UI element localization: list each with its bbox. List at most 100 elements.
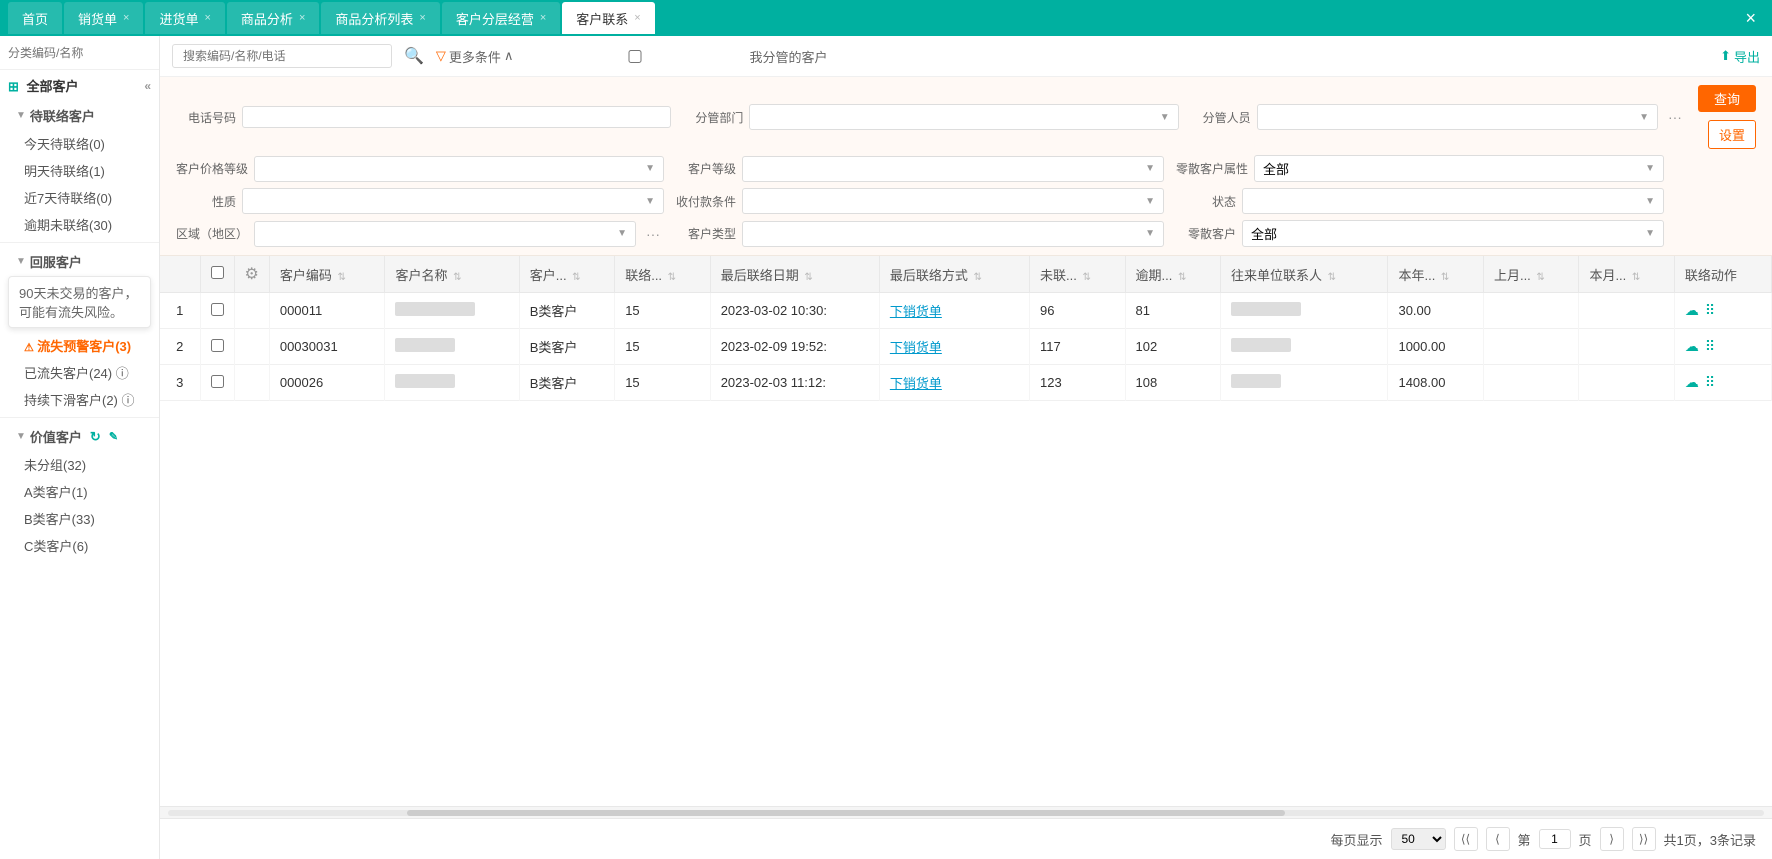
filter-nature-select[interactable]: ▼ [242,188,664,214]
query-button[interactable]: 查询 [1698,85,1756,112]
more-action-icon-1[interactable]: ⠿ [1705,302,1715,319]
sort-year-icon[interactable]: ⇅ [1441,272,1449,283]
tab-product-analysis-list-close[interactable]: × [419,12,425,24]
sidebar-collapse-icon[interactable]: « [144,79,151,93]
tab-sales-close[interactable]: × [123,12,129,24]
method-link-2[interactable]: 下销货单 [890,340,942,355]
sort-method-icon[interactable]: ⇅ [973,272,981,283]
page-number-input[interactable] [1539,829,1571,849]
filter-person-select[interactable]: ▼ [1257,104,1658,130]
filter-price-grade-select[interactable]: ▼ [254,156,664,182]
tab-product-analysis-close[interactable]: × [299,12,305,24]
more-conditions-button[interactable]: ▽ 更多条件 ∧ [436,47,514,66]
scroll-track[interactable] [168,810,1764,816]
first-page-button[interactable]: ⟨⟨ [1454,827,1478,851]
sidebar-item-churn-warning[interactable]: ⚠ 流失预警客户(3) [0,332,159,359]
sidebar-item-week-pending[interactable]: 近7天待联络(0) [0,184,159,211]
sidebar-item-overdue-contact[interactable]: 逾期未联络(30) [0,211,159,238]
filter-customer-grade-select[interactable]: ▼ [742,156,1164,182]
edit-icon[interactable]: ✎ [109,430,118,443]
sidebar-item-declining-customers[interactable]: 持续下滑客户(2) ⓘ [0,386,159,413]
cell-checkbox-3[interactable] [200,365,234,401]
search-button[interactable]: 🔍 [404,46,424,66]
select-all-checkbox[interactable] [211,266,224,279]
filter-phone-input[interactable] [242,106,671,128]
contact-action-icon-3[interactable]: ☁ [1685,374,1699,391]
sort-date-icon[interactable]: ⇅ [804,272,812,283]
sidebar-item-ungrouped[interactable]: 未分组(32) [0,451,159,478]
sidebar-item-lost-customers[interactable]: 已流失客户(24) ⓘ [0,359,159,386]
cell-method-3[interactable]: 下销货单 [879,365,1029,401]
filter-customer-type-select[interactable]: ▼ [742,221,1164,247]
sidebar-item-class-a[interactable]: A类客户(1) [0,478,159,505]
refresh-icon[interactable]: ↻ [90,429,101,445]
sort-cp-icon[interactable]: ⇅ [1328,272,1336,283]
contact-action-icon-1[interactable]: ☁ [1685,302,1699,319]
tab-product-analysis[interactable]: 商品分析 × [227,2,319,34]
sort-code-icon[interactable]: ⇅ [337,272,345,283]
sidebar-item-today-pending[interactable]: 今天待联络(0) [0,130,159,157]
filter-status-label: 状态 [1176,193,1236,210]
sidebar-item-tomorrow-pending[interactable]: 明天待联络(1) [0,157,159,184]
sidebar-group-value[interactable]: ▼ 价值客户 ↻ ✎ [0,422,159,451]
method-link-3[interactable]: 下销货单 [890,376,942,391]
tab-product-analysis-list-label: 商品分析列表 [335,9,413,28]
tab-customer-contact[interactable]: 客户联系 × [562,2,654,34]
next-page-button[interactable]: ⟩ [1600,827,1624,851]
tab-purchase-close[interactable]: × [204,12,210,24]
scroll-thumb[interactable] [407,810,1285,816]
col-gear[interactable]: ⚙ [234,256,269,293]
row-checkbox-3[interactable] [211,375,224,388]
tab-product-analysis-list[interactable]: 商品分析列表 × [321,2,439,34]
sidebar-group-pending-contact[interactable]: ▼ 待联络客户 [0,101,159,130]
filter-region-more-button[interactable]: ··· [642,226,664,242]
row-checkbox-1[interactable] [211,303,224,316]
horizontal-scrollbar[interactable] [160,806,1772,818]
last-page-button[interactable]: ⟩⟩ [1632,827,1656,851]
all-customers-header[interactable]: ⊞ 全部客户 « [0,70,159,101]
sort-overdue-icon[interactable]: ⇅ [1178,272,1186,283]
sidebar-item-class-c[interactable]: C类客户(6) [0,532,159,559]
col-checkbox[interactable] [200,256,234,293]
tab-sales[interactable]: 销货单 × [64,2,143,34]
sidebar-group-churn[interactable]: ▼ 回服客户 [0,247,159,276]
tab-customer-contact-close[interactable]: × [634,12,640,24]
my-customers-checkbox[interactable] [525,50,745,63]
row-checkbox-2[interactable] [211,339,224,352]
tab-customer-tier-close[interactable]: × [540,12,546,24]
sidebar-item-class-b[interactable]: B类客户(33) [0,505,159,532]
filter-dept-select[interactable]: ▼ [749,104,1178,130]
filter-retail-attr-select[interactable]: 全部 ▼ [1254,155,1664,182]
sort-contact-icon[interactable]: ⇅ [668,272,676,283]
cell-checkbox-1[interactable] [200,293,234,329]
sidebar-search-input[interactable] [8,46,160,60]
window-close-button[interactable]: × [1737,8,1764,29]
tab-home[interactable]: 首页 [8,2,62,34]
more-action-icon-2[interactable]: ⠿ [1705,338,1715,355]
filter-status-select[interactable]: ▼ [1242,188,1664,214]
sort-lm-icon[interactable]: ⇅ [1536,272,1544,283]
sort-type-icon[interactable]: ⇅ [572,272,580,283]
filter-region-select[interactable]: ▼ [254,221,636,247]
contact-action-icon-2[interactable]: ☁ [1685,338,1699,355]
cell-method-1[interactable]: 下销货单 [879,293,1029,329]
tab-customer-tier[interactable]: 客户分层经营 × [442,2,560,34]
export-button[interactable]: ⬆ 导出 [1720,47,1760,66]
per-page-select[interactable]: 50 100 [1391,828,1446,850]
prev-page-button[interactable]: ⟨ [1486,827,1510,851]
filter-payment-select[interactable]: ▼ [742,188,1164,214]
more-action-icon-3[interactable]: ⠿ [1705,374,1715,391]
settings-button[interactable]: 设置 [1708,120,1756,149]
filter-person-more-button[interactable]: ··· [1664,109,1686,125]
filter-retail-customer-select[interactable]: 全部 ▼ [1242,220,1664,247]
cell-checkbox-2[interactable] [200,329,234,365]
search-input[interactable] [172,44,392,68]
tab-purchase[interactable]: 进货单 × [145,2,224,34]
cell-method-2[interactable]: 下销货单 [879,329,1029,365]
sort-tm-icon[interactable]: ⇅ [1632,272,1640,283]
sort-name-icon[interactable]: ⇅ [453,272,461,283]
table-settings-icon[interactable]: ⚙ [245,266,259,283]
method-link-1[interactable]: 下销货单 [890,304,942,319]
my-customers-checkbox-label[interactable]: 我分管的客户 [525,47,827,66]
sort-no-contact-icon[interactable]: ⇅ [1082,272,1090,283]
